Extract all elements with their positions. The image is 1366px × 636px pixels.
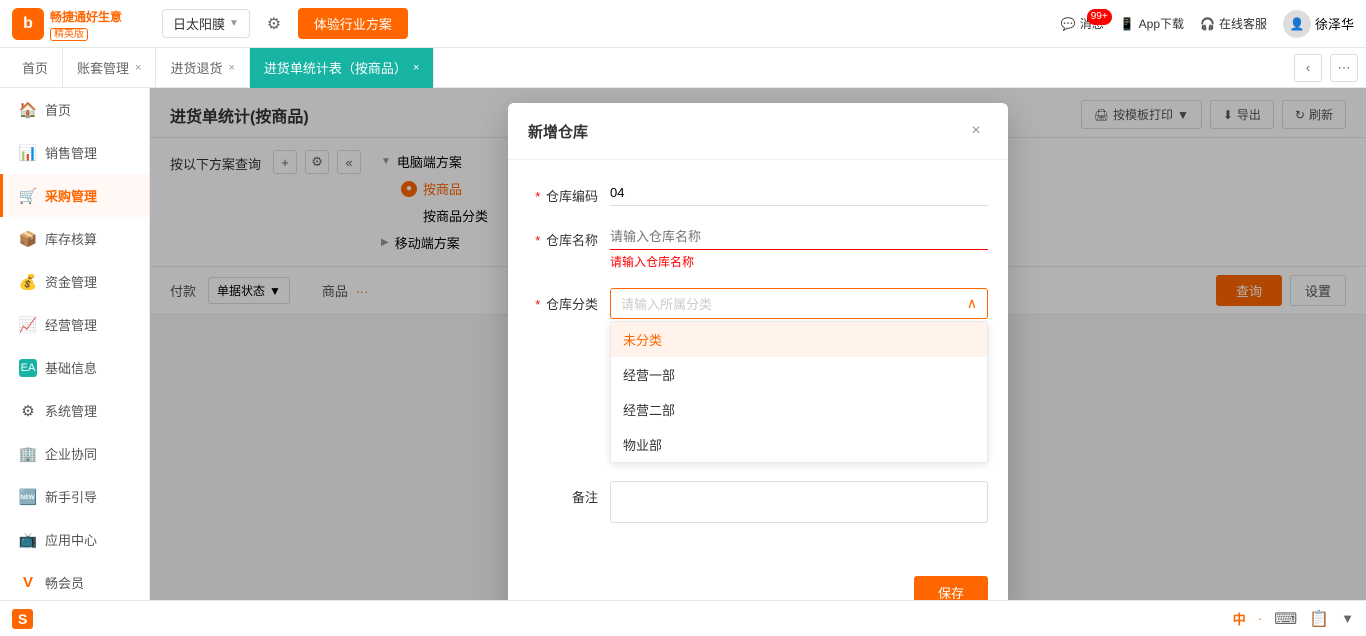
note-row: 备注 xyxy=(528,481,988,526)
chevron-down-icon: ▼ xyxy=(229,18,239,29)
phone-icon: 📱 xyxy=(1120,17,1135,31)
name-error-msg: 请输入仓库名称 xyxy=(610,253,988,270)
main-layout: 🏠 首页 📊 销售管理 🛒 采购管理 📦 库存核算 💰 资金管理 📈 经营管理 … xyxy=(0,88,1366,636)
modal-close-button[interactable]: × xyxy=(964,119,988,143)
warehouse-name-row: * 仓库名称 请输入仓库名称 xyxy=(528,224,988,270)
select-arrow-up-icon: ∧ xyxy=(967,295,977,312)
note-label: 备注 xyxy=(528,481,598,506)
sidebar-item-guide[interactable]: 🆕 新手引导 xyxy=(0,475,149,518)
apps-icon: 📺 xyxy=(19,531,37,549)
tab-accounts[interactable]: 账套管理 × xyxy=(63,48,156,88)
bottom-bar: S 中 · ⌨ 📋 ▼ xyxy=(0,600,1366,636)
dropdown-item-dept2[interactable]: 经营二部 xyxy=(611,392,987,427)
modal-header: 新增仓库 × xyxy=(508,103,1008,160)
sales-icon: 📊 xyxy=(19,144,37,162)
tab-purchase-return[interactable]: 进货退货 × xyxy=(156,48,249,88)
note-textarea[interactable] xyxy=(610,481,988,523)
finance-icon: 💰 xyxy=(19,273,37,291)
sidebar-item-finance[interactable]: 💰 资金管理 xyxy=(0,260,149,303)
sidebar-item-basic[interactable]: EA 基础信息 xyxy=(0,346,149,389)
sidebar-item-vip[interactable]: V 畅会员 xyxy=(0,561,149,604)
sidebar-item-system[interactable]: ⚙ 系统管理 xyxy=(0,389,149,432)
operation-icon: 📈 xyxy=(19,316,37,334)
tab-close-stats[interactable]: × xyxy=(413,62,419,74)
header-right: 💬 消息 99+ 📱 App下载 🎧 在线客服 👤 徐泽华 xyxy=(1061,10,1354,38)
sidebar-item-purchase[interactable]: 🛒 采购管理 xyxy=(0,174,149,217)
category-label: * 仓库分类 xyxy=(528,288,598,313)
message-icon-item[interactable]: 💬 消息 99+ xyxy=(1061,15,1104,32)
dropdown-item-uncategorized[interactable]: 未分类 xyxy=(611,322,987,357)
sidebar-item-operation[interactable]: 📈 经营管理 xyxy=(0,303,149,346)
guide-icon: 🆕 xyxy=(19,488,37,506)
tab-bar: 首页 账套管理 × 进货退货 × 进货单统计表（按商品） × ‹ ⋯ xyxy=(0,48,1366,88)
logo-icon: b xyxy=(12,8,44,40)
trial-button[interactable]: 体验行业方案 xyxy=(298,8,408,39)
code-label: * 仓库编码 xyxy=(528,180,598,205)
logo-area: b 畅捷通好生意 精英版 xyxy=(12,8,162,40)
tab-more-icon[interactable]: ⋯ xyxy=(1330,54,1358,82)
sidebar-item-inventory[interactable]: 📦 库存核算 xyxy=(0,217,149,260)
category-select[interactable]: 请输入所属分类 ∧ xyxy=(610,288,988,319)
tab-prev-icon[interactable]: ‹ xyxy=(1294,54,1322,82)
sidebar-item-enterprise[interactable]: 🏢 企业协同 xyxy=(0,432,149,475)
brand-icon: S xyxy=(12,609,33,629)
online-service-item[interactable]: 🎧 在线客服 xyxy=(1200,15,1267,32)
add-warehouse-modal: 新增仓库 × * 仓库编码 xyxy=(508,103,1008,621)
note-control xyxy=(610,481,988,526)
settings-icon[interactable]: ⚙ xyxy=(258,8,290,40)
dropdown-item-dept1[interactable]: 经营一部 xyxy=(611,357,987,392)
sidebar-item-home[interactable]: 🏠 首页 xyxy=(0,88,149,131)
avatar: 👤 xyxy=(1283,10,1311,38)
name-label: * 仓库名称 xyxy=(528,224,598,249)
tab-home[interactable]: 首页 xyxy=(8,48,63,88)
warehouse-category-row: * 仓库分类 请输入所属分类 ∧ 未分类 经营一部 经营二部 xyxy=(528,288,988,463)
keyboard-icon[interactable]: ⌨ xyxy=(1274,609,1297,629)
dot-icon[interactable]: · xyxy=(1258,611,1262,626)
app-download-item[interactable]: 📱 App下载 xyxy=(1120,15,1184,32)
chinese-icon[interactable]: 中 xyxy=(1233,609,1246,628)
warehouse-name-input[interactable] xyxy=(610,224,988,250)
code-control xyxy=(610,180,988,206)
tab-purchase-stats[interactable]: 进货单统计表（按商品） × xyxy=(250,48,434,88)
inventory-icon: 📦 xyxy=(19,230,37,248)
content-area: 进货单统计(按商品) 🖨 按模板打印 ▼ ⬇ 导出 ↻ 刷新 按以下方案查询 xyxy=(150,88,1366,636)
sidebar-item-sales[interactable]: 📊 销售管理 xyxy=(0,131,149,174)
sidebar: 🏠 首页 📊 销售管理 🛒 采购管理 📦 库存核算 💰 资金管理 📈 经营管理 … xyxy=(0,88,150,636)
modal-title: 新增仓库 xyxy=(528,121,588,142)
sidebar-item-apps[interactable]: 📺 应用中心 xyxy=(0,518,149,561)
message-icon: 💬 xyxy=(1061,17,1076,31)
purchase-icon: 🛒 xyxy=(19,187,37,205)
home-icon: 🏠 xyxy=(19,101,37,119)
tab-close-return[interactable]: × xyxy=(228,62,234,74)
system-icon: ⚙ xyxy=(19,402,37,420)
chevron-down-bottom-icon[interactable]: ▼ xyxy=(1341,611,1354,626)
warehouse-code-row: * 仓库编码 xyxy=(528,180,988,206)
logo-text: 畅捷通好生意 精英版 xyxy=(50,8,122,40)
modal-body: * 仓库编码 * 仓库名称 xyxy=(508,160,1008,564)
bottom-icons: 中 · ⌨ 📋 ▼ xyxy=(1233,609,1354,629)
headset-icon: 🎧 xyxy=(1200,17,1215,31)
dropdown-item-dept3[interactable]: 物业部 xyxy=(611,427,987,462)
category-control: 请输入所属分类 ∧ 未分类 经营一部 经营二部 物业部 xyxy=(610,288,988,463)
name-control: 请输入仓库名称 xyxy=(610,224,988,270)
header-search-area: 日太阳膜 ▼ ⚙ 体验行业方案 xyxy=(162,8,1061,40)
user-info[interactable]: 👤 徐泽华 xyxy=(1283,10,1354,38)
clipboard-icon[interactable]: 📋 xyxy=(1309,609,1329,629)
vip-icon: V xyxy=(19,574,37,592)
tab-controls: ‹ ⋯ xyxy=(1294,54,1358,82)
basic-icon: EA xyxy=(19,359,37,377)
modal-overlay: 新增仓库 × * 仓库编码 xyxy=(150,88,1366,636)
store-selector[interactable]: 日太阳膜 ▼ xyxy=(162,9,250,38)
top-header: b 畅捷通好生意 精英版 日太阳膜 ▼ ⚙ 体验行业方案 💬 消息 99+ 📱 … xyxy=(0,0,1366,48)
tab-close-accounts[interactable]: × xyxy=(135,62,141,74)
enterprise-icon: 🏢 xyxy=(19,445,37,463)
warehouse-code-input[interactable] xyxy=(610,180,988,206)
brand-area: S xyxy=(12,609,33,629)
category-dropdown: 未分类 经营一部 经营二部 物业部 xyxy=(610,321,988,463)
